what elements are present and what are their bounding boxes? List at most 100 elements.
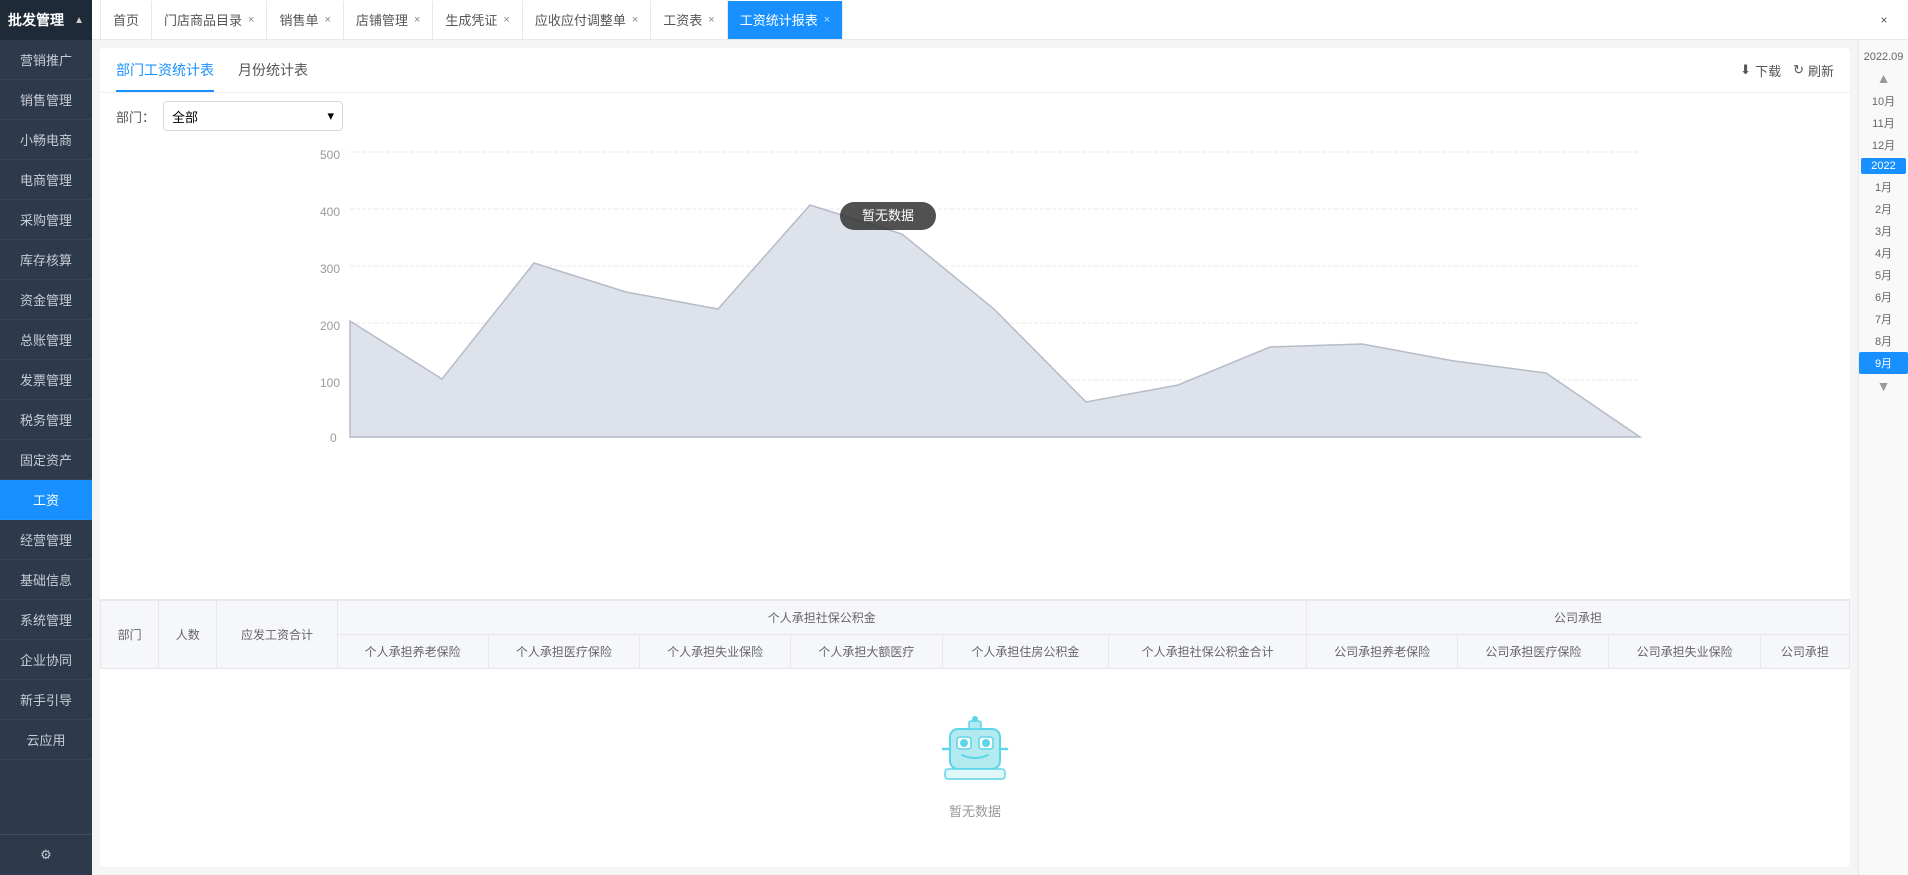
refresh-icon: ↻ bbox=[1793, 62, 1804, 78]
timeline-month-3[interactable]: 3月 bbox=[1859, 220, 1908, 242]
timeline-month-6[interactable]: 6月 bbox=[1859, 286, 1908, 308]
sidebar-item-xinshou[interactable]: 新手引导 bbox=[0, 680, 92, 720]
tab-payroll-report[interactable]: 工资统计报表 × bbox=[728, 1, 843, 39]
th-personal-social: 个人承担社保公积金 bbox=[337, 601, 1306, 635]
dept-filter-select[interactable]: 全部 ▾ bbox=[163, 101, 343, 131]
sidebar-item-label: 税务管理 bbox=[20, 413, 72, 428]
timeline-month-7[interactable]: 7月 bbox=[1859, 308, 1908, 330]
tab-bar: 首页 门店商品目录 × 销售单 × 店铺管理 × 生成凭证 × 应收应付调整单 … bbox=[92, 0, 1908, 40]
tab-home[interactable]: 首页 bbox=[100, 1, 152, 39]
sidebar-item-jingying[interactable]: 经营管理 bbox=[0, 520, 92, 560]
tab-sales[interactable]: 销售单 × bbox=[267, 1, 343, 39]
sidebar-item-gongzi[interactable]: 工资 bbox=[0, 480, 92, 520]
main-content: 首页 门店商品目录 × 销售单 × 店铺管理 × 生成凭证 × 应收应付调整单 … bbox=[92, 0, 1908, 875]
tab-label: 店铺管理 bbox=[356, 10, 408, 29]
tab-payroll[interactable]: 工资表 × bbox=[651, 1, 727, 39]
th-p-total: 个人承担社保公积金合计 bbox=[1109, 635, 1307, 669]
window-close-btn[interactable]: × bbox=[1876, 12, 1892, 28]
sub-tab-dept-label: 部门工资统计表 bbox=[116, 62, 214, 78]
tab-label: 工资统计报表 bbox=[740, 10, 818, 29]
timeline-month-2[interactable]: 2月 bbox=[1859, 198, 1908, 220]
sidebar-item-label: 基础信息 bbox=[20, 573, 72, 588]
filter-row: 部门： 全部 ▾ bbox=[100, 93, 1850, 139]
chart-area: 0 100 200 300 400 500 bbox=[100, 139, 1850, 599]
timeline-month-4[interactable]: 4月 bbox=[1859, 242, 1908, 264]
download-icon: ⬇ bbox=[1740, 62, 1751, 78]
svg-text:暂无数据: 暂无数据 bbox=[862, 208, 914, 223]
timeline-month-8[interactable]: 8月 bbox=[1859, 330, 1908, 352]
stats-table: 部门 人数 应发工资合计 个人承担社保公积金 公司承担 个人承担养老保险 个人承… bbox=[100, 600, 1850, 669]
sidebar-item-label: 系统管理 bbox=[20, 613, 72, 628]
timeline-month-11[interactable]: 11月 bbox=[1859, 112, 1908, 134]
tab-label: 门店商品目录 bbox=[164, 10, 242, 29]
th-c-pension: 公司承担养老保险 bbox=[1307, 635, 1458, 669]
th-company-social: 公司承担 bbox=[1307, 601, 1850, 635]
sub-tab-month[interactable]: 月份统计表 bbox=[238, 60, 308, 92]
sidebar-settings[interactable]: ⚙ bbox=[0, 834, 92, 875]
refresh-btn[interactable]: ↻ 刷新 bbox=[1793, 61, 1834, 80]
dept-filter-label: 部门： bbox=[116, 107, 155, 126]
sidebar-item-qiye[interactable]: 企业协同 bbox=[0, 640, 92, 680]
sidebar-item-shuiwu[interactable]: 税务管理 bbox=[0, 400, 92, 440]
svg-text:0: 0 bbox=[330, 431, 337, 445]
sidebar-item-yunyingyong[interactable]: 云应用 bbox=[0, 720, 92, 760]
tab-label: 工资表 bbox=[663, 10, 702, 29]
filter-value: 全部 bbox=[172, 107, 198, 126]
sidebar-item-label: 销售管理 bbox=[20, 93, 72, 108]
sidebar-item-caigou[interactable]: 采购管理 bbox=[0, 200, 92, 240]
sidebar-item-label: 工资 bbox=[33, 493, 59, 508]
sidebar-item-xiaochang[interactable]: 小畅电商 bbox=[0, 120, 92, 160]
sidebar-item-yingxiao[interactable]: 营销推广 bbox=[0, 40, 92, 80]
th-p-bigmedical: 个人承担大额医疗 bbox=[791, 635, 942, 669]
timeline-month-5[interactable]: 5月 bbox=[1859, 264, 1908, 286]
sidebar-item-zijin[interactable]: 资金管理 bbox=[0, 280, 92, 320]
timeline-sidebar: 2022.09 ▲ 10月 11月 12月 2022 1月 2月 3月 4月 5… bbox=[1858, 40, 1908, 875]
timeline-month-1[interactable]: 1月 bbox=[1859, 176, 1908, 198]
sidebar-item-label: 库存核算 bbox=[20, 253, 72, 268]
download-btn[interactable]: ⬇ 下载 bbox=[1740, 61, 1781, 80]
tab-home-label: 首页 bbox=[113, 10, 139, 29]
window-controls: × bbox=[1868, 12, 1900, 28]
sidebar-item-jichu[interactable]: 基础信息 bbox=[0, 560, 92, 600]
sidebar-item-label: 电商管理 bbox=[20, 173, 72, 188]
svg-text:100: 100 bbox=[320, 376, 340, 390]
settings-icon: ⚙ bbox=[40, 847, 52, 862]
empty-state: 暂无数据 bbox=[100, 669, 1850, 860]
sidebar-item-label: 小畅电商 bbox=[20, 133, 72, 148]
timeline-month-9[interactable]: 9月 bbox=[1859, 352, 1908, 374]
tab-store-catalog[interactable]: 门店商品目录 × bbox=[152, 1, 267, 39]
sidebar-item-kucun[interactable]: 库存核算 bbox=[0, 240, 92, 280]
tab-close-icon[interactable]: × bbox=[708, 14, 714, 26]
tab-label: 销售单 bbox=[279, 10, 318, 29]
svg-text:200: 200 bbox=[320, 319, 340, 333]
sidebar-item-fapiao[interactable]: 发票管理 bbox=[0, 360, 92, 400]
tab-close-icon[interactable]: × bbox=[248, 14, 254, 26]
chevron-down-icon: ▾ bbox=[327, 108, 334, 124]
tab-close-icon[interactable]: × bbox=[824, 14, 830, 26]
sidebar-title: 批发管理 bbox=[8, 10, 64, 30]
sidebar-item-label: 新手引导 bbox=[20, 693, 72, 708]
sidebar-item-dianshangguan[interactable]: 电商管理 bbox=[0, 160, 92, 200]
sidebar-header[interactable]: 批发管理 ▲ bbox=[0, 0, 92, 40]
sub-tab-dept[interactable]: 部门工资统计表 bbox=[116, 60, 214, 92]
timeline-up-arrow[interactable]: ▲ bbox=[1877, 66, 1891, 90]
sidebar-item-gudingzichan[interactable]: 固定资产 bbox=[0, 440, 92, 480]
tab-store-manage[interactable]: 店铺管理 × bbox=[344, 1, 433, 39]
sidebar-item-zongzhang[interactable]: 总账管理 bbox=[0, 320, 92, 360]
timeline-down-arrow[interactable]: ▼ bbox=[1877, 374, 1891, 398]
tab-generate-voucher[interactable]: 生成凭证 × bbox=[433, 1, 522, 39]
sidebar-item-xiaoshou[interactable]: 销售管理 bbox=[0, 80, 92, 120]
tab-close-icon[interactable]: × bbox=[324, 14, 330, 26]
sidebar: 批发管理 ▲ 营销推广 销售管理 小畅电商 电商管理 采购管理 库存核算 资金管… bbox=[0, 0, 92, 875]
timeline-month-12[interactable]: 12月 bbox=[1859, 134, 1908, 156]
sidebar-item-xitong[interactable]: 系统管理 bbox=[0, 600, 92, 640]
tab-ar-ap[interactable]: 应收应付调整单 × bbox=[523, 1, 651, 39]
sidebar-item-label: 采购管理 bbox=[20, 213, 72, 228]
timeline-month-10[interactable]: 10月 bbox=[1859, 90, 1908, 112]
tab-close-icon[interactable]: × bbox=[503, 14, 509, 26]
svg-text:300: 300 bbox=[320, 262, 340, 276]
sidebar-item-label: 云应用 bbox=[26, 733, 65, 748]
sidebar-collapse-icon[interactable]: ▲ bbox=[74, 15, 84, 26]
tab-close-icon[interactable]: × bbox=[632, 14, 638, 26]
tab-close-icon[interactable]: × bbox=[414, 14, 420, 26]
